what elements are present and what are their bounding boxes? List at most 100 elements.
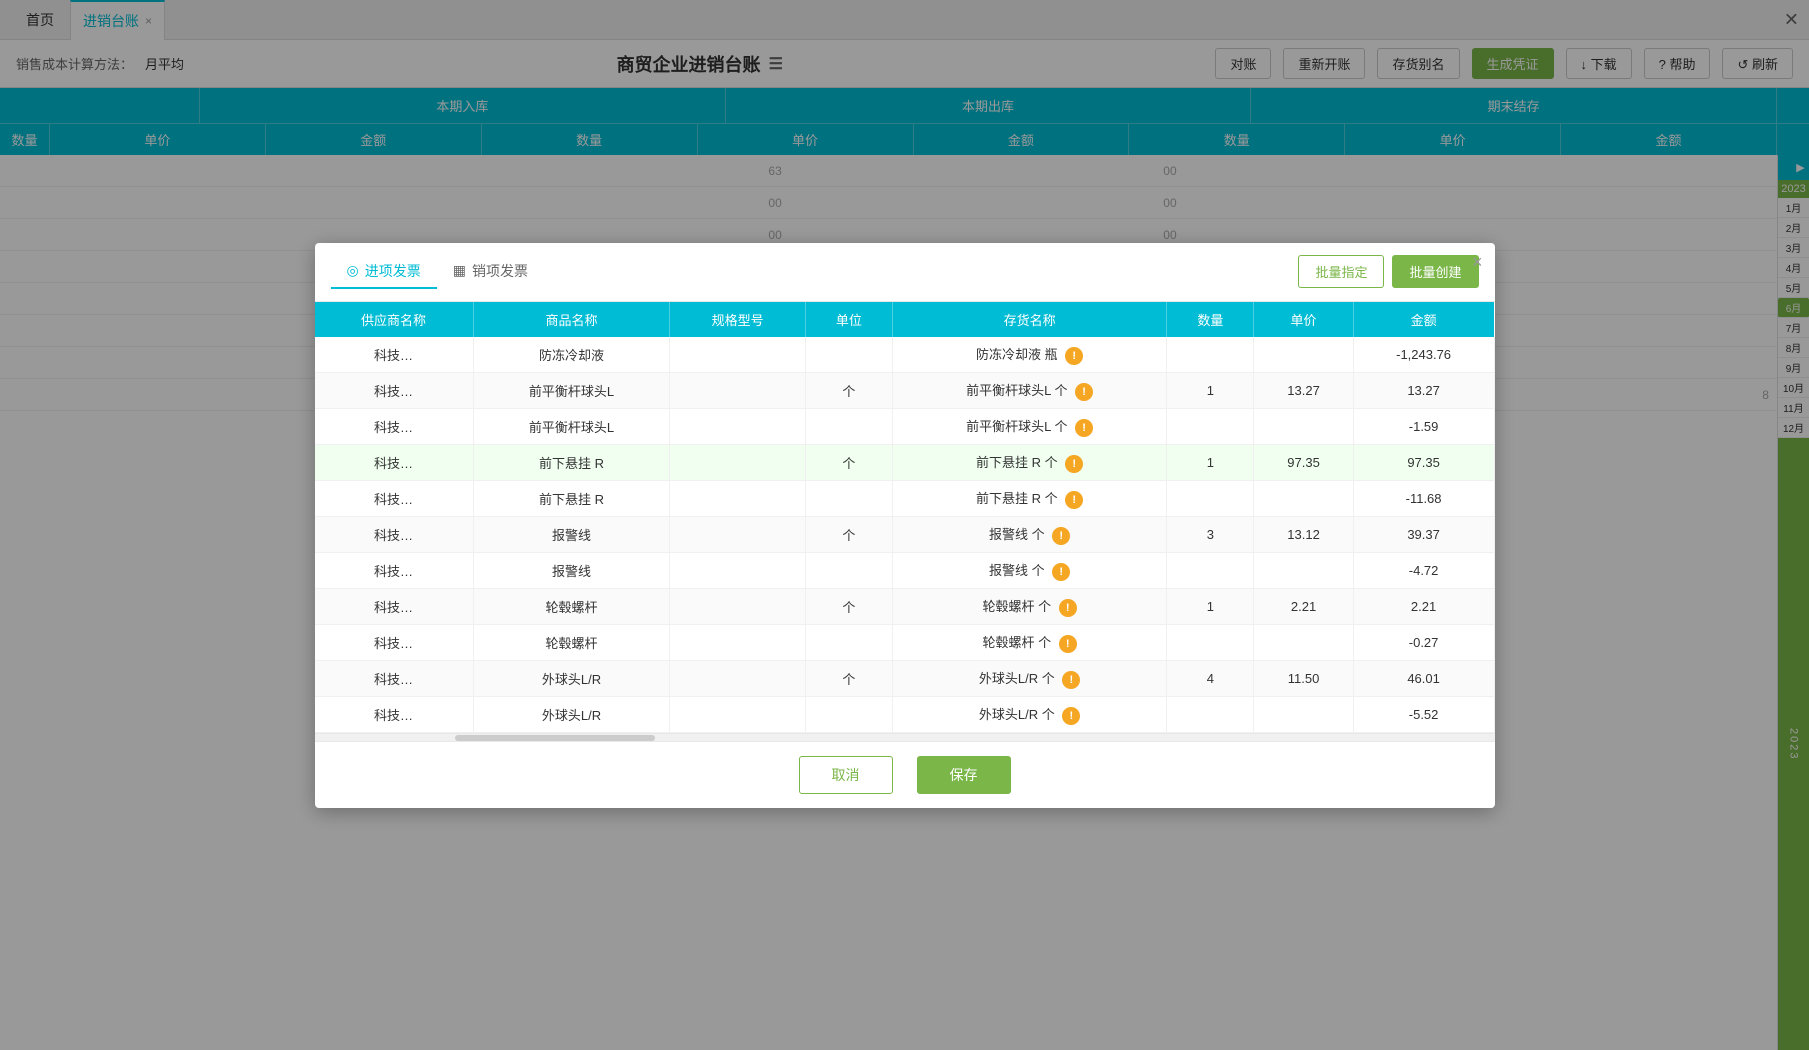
td-price bbox=[1254, 337, 1353, 373]
table-row: 科技…外球头L/R外球头L/R 个 !-5.52 bbox=[315, 696, 1495, 732]
td-qty: 1 bbox=[1167, 372, 1254, 408]
td-qty bbox=[1167, 552, 1254, 588]
td-spec bbox=[670, 480, 805, 516]
table-row: 科技…前平衡杆球头L 前平衡杆球头L 个 ! -1.59 bbox=[315, 408, 1495, 444]
td-price bbox=[1254, 480, 1353, 516]
save-button[interactable]: 保存 bbox=[917, 756, 1011, 794]
outgoing-tab-label: 销项发票 bbox=[472, 261, 528, 281]
td-price bbox=[1254, 624, 1353, 660]
td-price: 97.35 bbox=[1254, 444, 1353, 480]
td-qty: 1 bbox=[1167, 588, 1254, 624]
td-spec bbox=[670, 516, 805, 552]
td-supplier: 科技… bbox=[315, 660, 474, 696]
modal-scrollbar[interactable] bbox=[315, 733, 1495, 741]
td-unit: 个 bbox=[805, 588, 892, 624]
batch-assign-button[interactable]: 批量指定 bbox=[1298, 255, 1384, 288]
td-spec bbox=[670, 372, 805, 408]
td-qty: 3 bbox=[1167, 516, 1254, 552]
warning-icon: ! bbox=[1065, 347, 1083, 365]
modal-footer: 取消 保存 bbox=[315, 741, 1495, 808]
td-supplier: 科技… bbox=[315, 372, 474, 408]
td-inventory: 轮毂螺杆 个 ! bbox=[892, 588, 1166, 624]
td-price bbox=[1254, 408, 1353, 444]
table-row: 科技…轮毂螺杆轮毂螺杆 个 !-0.27 bbox=[315, 624, 1495, 660]
td-inventory: 报警线 个 ! bbox=[892, 552, 1166, 588]
cancel-button[interactable]: 取消 bbox=[799, 756, 893, 794]
warning-icon: ! bbox=[1052, 563, 1070, 581]
td-amount: 39.37 bbox=[1353, 516, 1494, 552]
td-spec bbox=[670, 588, 805, 624]
td-unit: 个 bbox=[805, 444, 892, 480]
td-product: 轮毂螺杆 bbox=[473, 624, 670, 660]
td-product: 报警线 bbox=[473, 552, 670, 588]
td-spec bbox=[670, 552, 805, 588]
td-spec bbox=[670, 660, 805, 696]
td-product: 前下悬挂 R bbox=[473, 444, 670, 480]
td-supplier: 科技… bbox=[315, 588, 474, 624]
td-inventory: 前平衡杆球头L 个 ! bbox=[892, 372, 1166, 408]
table-row: 科技…报警线个报警线 个 !313.1239.37 bbox=[315, 516, 1495, 552]
td-amount: -0.27 bbox=[1353, 624, 1494, 660]
td-inventory: 防冻冷却液 瓶 ! bbox=[892, 337, 1166, 373]
td-product: 前下悬挂 R bbox=[473, 480, 670, 516]
td-amount: -4.72 bbox=[1353, 552, 1494, 588]
th-amount: 金额 bbox=[1353, 302, 1494, 337]
td-product: 前平衡杆球头L bbox=[473, 408, 670, 444]
tab-outgoing-invoice[interactable]: ▦ 销项发票 bbox=[437, 255, 544, 289]
modal-table-wrapper[interactable]: 供应商名称 商品名称 规格型号 单位 存货名称 数量 单价 金额 科技…防冻冷却… bbox=[315, 302, 1495, 733]
modal-close-icon[interactable]: × bbox=[1472, 253, 1483, 271]
modal-overlay: ◎ 进项发票 ▦ 销项发票 批量指定 批量创建 × 供应商名称 商品名称 规格型 bbox=[0, 0, 1809, 1050]
warning-icon: ! bbox=[1052, 527, 1070, 545]
warning-icon: ! bbox=[1065, 491, 1083, 509]
table-row: 科技…防冻冷却液防冻冷却液 瓶 !-1,243.76 bbox=[315, 337, 1495, 373]
table-row: 科技…轮毂螺杆个轮毂螺杆 个 !12.212.21 bbox=[315, 588, 1495, 624]
td-unit bbox=[805, 624, 892, 660]
incoming-tab-label: 进项发票 bbox=[365, 261, 421, 281]
invoice-table: 供应商名称 商品名称 规格型号 单位 存货名称 数量 单价 金额 科技…防冻冷却… bbox=[315, 302, 1495, 733]
td-unit bbox=[805, 337, 892, 373]
td-qty: 4 bbox=[1167, 660, 1254, 696]
table-row: 科技…前平衡杆球头L个前平衡杆球头L 个 !113.2713.27 bbox=[315, 372, 1495, 408]
table-row: 科技…外球头L/R个外球头L/R 个 !411.5046.01 bbox=[315, 660, 1495, 696]
incoming-tab-icon: ◎ bbox=[347, 262, 359, 279]
td-product: 外球头L/R bbox=[473, 696, 670, 732]
td-price bbox=[1254, 696, 1353, 732]
modal-dialog: ◎ 进项发票 ▦ 销项发票 批量指定 批量创建 × 供应商名称 商品名称 规格型 bbox=[315, 243, 1495, 808]
th-supplier: 供应商名称 bbox=[315, 302, 474, 337]
td-qty bbox=[1167, 624, 1254, 660]
table-row: 科技…前下悬挂 R个前下悬挂 R 个 !197.3597.35 bbox=[315, 444, 1495, 480]
td-amount: 97.35 bbox=[1353, 444, 1494, 480]
td-amount: 46.01 bbox=[1353, 660, 1494, 696]
td-qty bbox=[1167, 408, 1254, 444]
td-price: 13.12 bbox=[1254, 516, 1353, 552]
warning-icon: ! bbox=[1062, 671, 1080, 689]
th-product: 商品名称 bbox=[473, 302, 670, 337]
td-product: 报警线 bbox=[473, 516, 670, 552]
th-inventory: 存货名称 bbox=[892, 302, 1166, 337]
td-supplier: 科技… bbox=[315, 552, 474, 588]
tab-incoming-invoice[interactable]: ◎ 进项发票 bbox=[331, 255, 437, 289]
td-inventory: 前平衡杆球头L 个 ! bbox=[892, 408, 1166, 444]
modal-scrollbar-thumb bbox=[455, 735, 655, 741]
batch-create-button[interactable]: 批量创建 bbox=[1392, 255, 1478, 288]
td-amount: 2.21 bbox=[1353, 588, 1494, 624]
td-spec bbox=[670, 337, 805, 373]
td-supplier: 科技… bbox=[315, 444, 474, 480]
td-supplier: 科技… bbox=[315, 516, 474, 552]
td-amount: -1.59 bbox=[1353, 408, 1494, 444]
td-inventory: 外球头L/R 个 ! bbox=[892, 696, 1166, 732]
td-unit: 个 bbox=[805, 372, 892, 408]
modal-actions: 批量指定 批量创建 bbox=[1298, 255, 1478, 288]
td-price: 11.50 bbox=[1254, 660, 1353, 696]
td-amount: -1,243.76 bbox=[1353, 337, 1494, 373]
td-qty bbox=[1167, 480, 1254, 516]
td-price: 13.27 bbox=[1254, 372, 1353, 408]
td-supplier: 科技… bbox=[315, 408, 474, 444]
td-qty bbox=[1167, 337, 1254, 373]
th-qty: 数量 bbox=[1167, 302, 1254, 337]
td-product: 轮毂螺杆 bbox=[473, 588, 670, 624]
td-inventory: 外球头L/R 个 ! bbox=[892, 660, 1166, 696]
td-qty bbox=[1167, 696, 1254, 732]
warning-icon: ! bbox=[1059, 599, 1077, 617]
td-unit bbox=[805, 552, 892, 588]
